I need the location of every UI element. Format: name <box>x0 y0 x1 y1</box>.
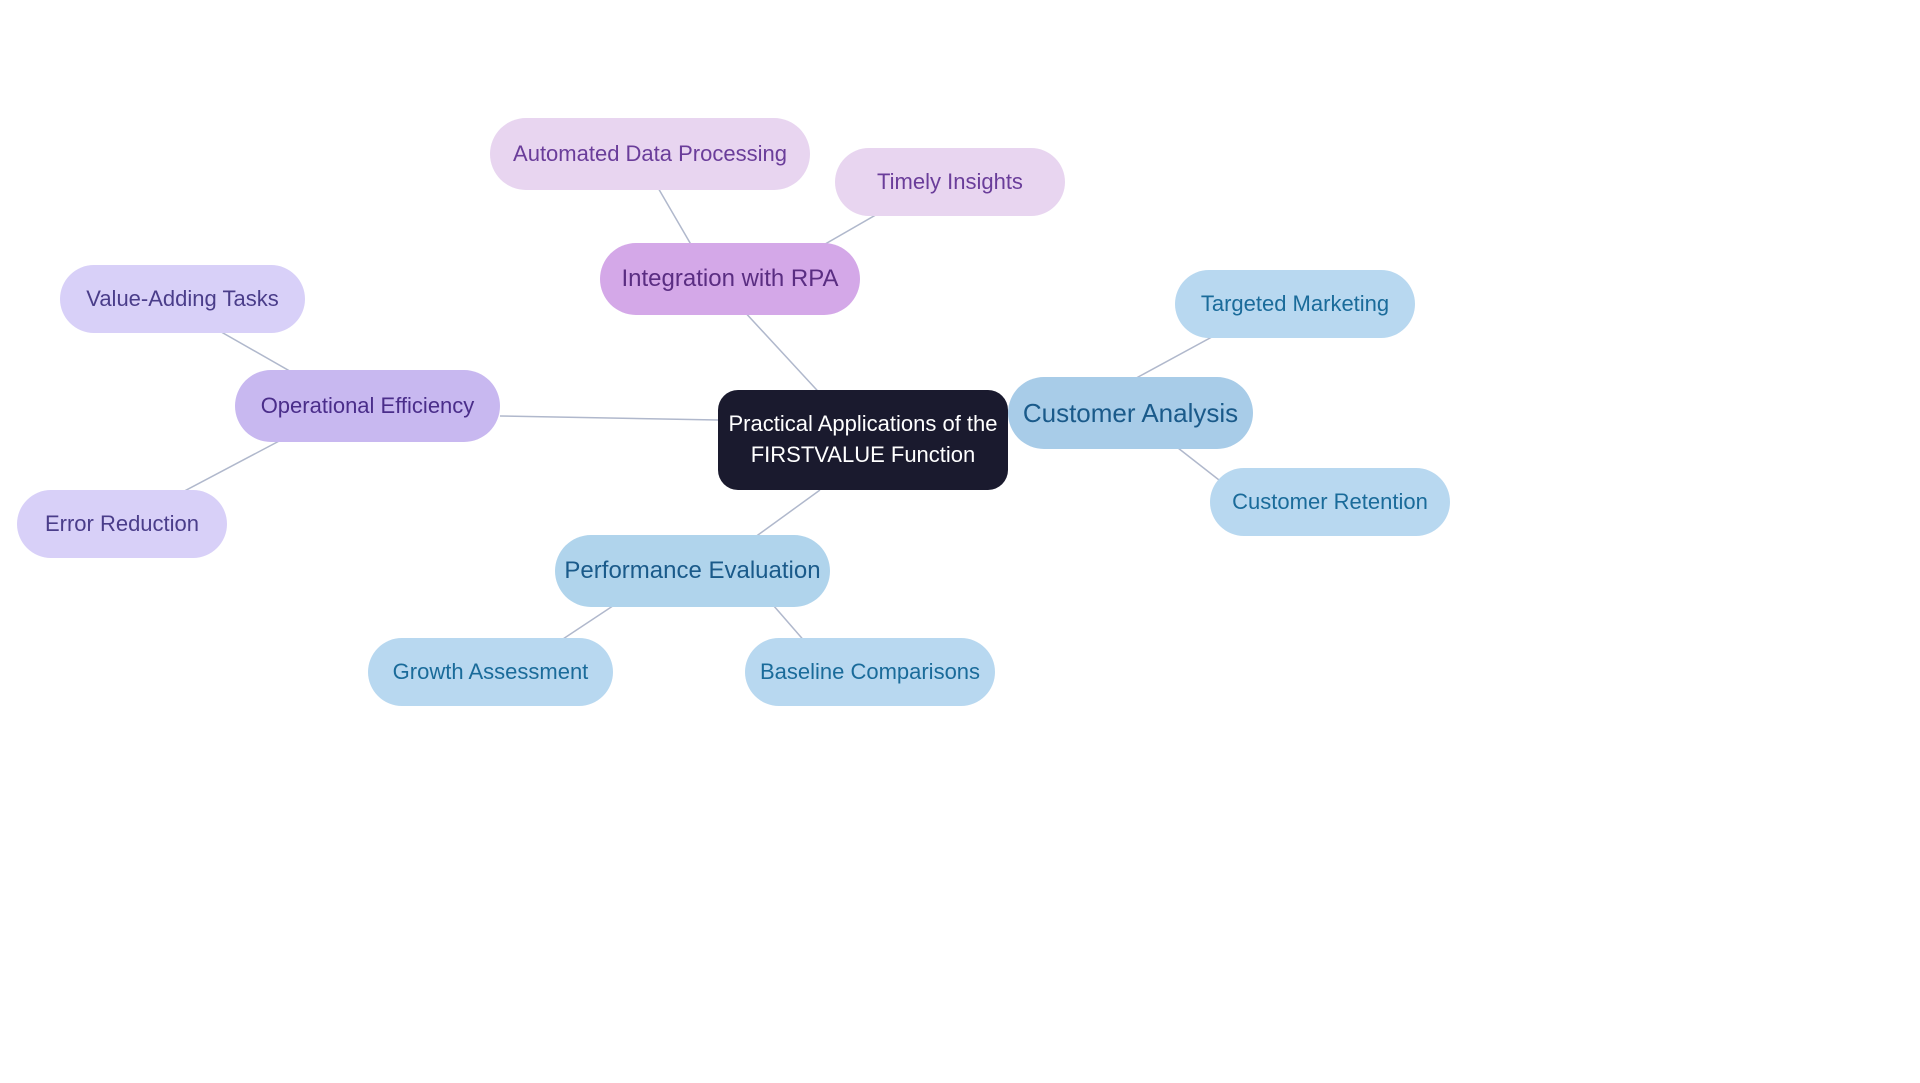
customer-retention-label: Customer Retention <box>1232 489 1428 515</box>
value-adding-tasks-node: Value-Adding Tasks <box>60 265 305 333</box>
customer-retention-node: Customer Retention <box>1210 468 1450 536</box>
performance-evaluation-node: Performance Evaluation <box>555 535 830 607</box>
error-reduction-label: Error Reduction <box>45 511 199 537</box>
performance-evaluation-label: Performance Evaluation <box>564 557 820 585</box>
operational-efficiency-node: Operational Efficiency <box>235 370 500 442</box>
center-label: Practical Applications of the FIRSTVALUE… <box>728 409 997 471</box>
automated-data-processing-node: Automated Data Processing <box>490 118 810 190</box>
value-adding-tasks-label: Value-Adding Tasks <box>86 286 278 312</box>
operational-efficiency-label: Operational Efficiency <box>261 393 475 419</box>
automated-data-processing-label: Automated Data Processing <box>513 141 787 167</box>
integration-rpa-node: Integration with RPA <box>600 243 860 315</box>
growth-assessment-node: Growth Assessment <box>368 638 613 706</box>
error-reduction-node: Error Reduction <box>17 490 227 558</box>
growth-assessment-label: Growth Assessment <box>393 659 589 685</box>
baseline-comparisons-node: Baseline Comparisons <box>745 638 995 706</box>
customer-analysis-label: Customer Analysis <box>1023 398 1238 429</box>
timely-insights-node: Timely Insights <box>835 148 1065 216</box>
baseline-comparisons-label: Baseline Comparisons <box>760 659 980 685</box>
integration-rpa-label: Integration with RPA <box>622 265 839 293</box>
customer-analysis-node: Customer Analysis <box>1008 377 1253 449</box>
targeted-marketing-node: Targeted Marketing <box>1175 270 1415 338</box>
targeted-marketing-label: Targeted Marketing <box>1201 291 1389 317</box>
timely-insights-label: Timely Insights <box>877 169 1023 195</box>
center-node: Practical Applications of the FIRSTVALUE… <box>718 390 1008 490</box>
